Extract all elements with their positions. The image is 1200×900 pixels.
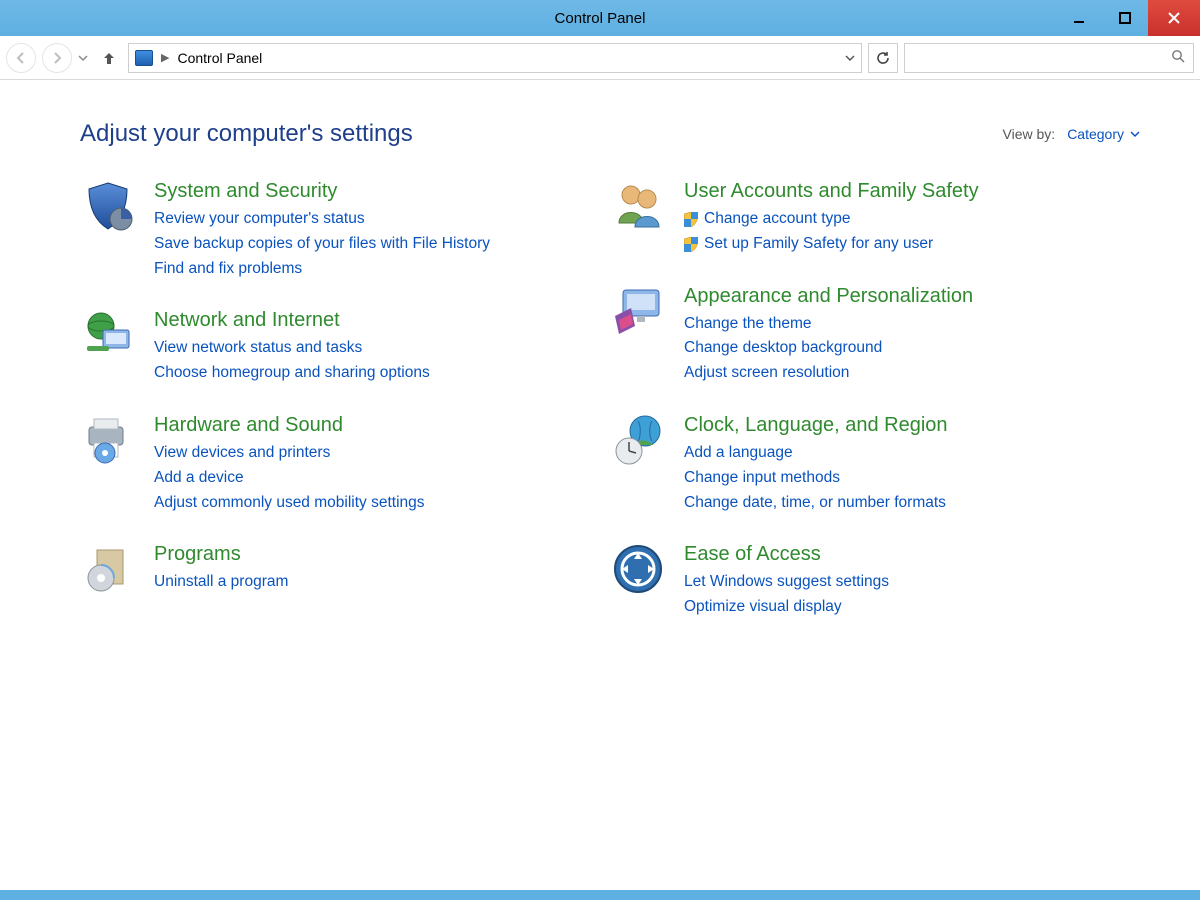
category-title[interactable]: Programs — [154, 543, 288, 566]
chevron-down-icon — [1130, 129, 1140, 139]
close-button[interactable] — [1148, 0, 1200, 36]
link-change-theme[interactable]: Change the theme — [684, 312, 973, 337]
search-input[interactable] — [904, 43, 1194, 73]
link-desktop-bg[interactable]: Change desktop background — [684, 336, 973, 361]
category-title[interactable]: Clock, Language, and Region — [684, 414, 948, 437]
link-file-history[interactable]: Save backup copies of your files with Fi… — [154, 232, 490, 257]
users-icon — [610, 178, 666, 234]
category-title[interactable]: Network and Internet — [154, 309, 430, 332]
category-clock-lang-region: Clock, Language, and Region Add a langua… — [610, 412, 1130, 515]
category-grid: System and Security Review your computer… — [80, 178, 1140, 620]
category-system-security: System and Security Review your computer… — [80, 178, 600, 281]
link-change-account-type[interactable]: Change account type — [684, 207, 979, 232]
clock-globe-icon — [610, 412, 666, 468]
category-title[interactable]: User Accounts and Family Safety — [684, 180, 979, 203]
breadcrumb-sep-icon: ▶ — [161, 51, 169, 64]
link-visual-display[interactable]: Optimize visual display — [684, 595, 889, 620]
maximize-button[interactable] — [1102, 0, 1148, 36]
window-title: Control Panel — [555, 10, 646, 27]
link-suggest-settings[interactable]: Let Windows suggest settings — [684, 570, 889, 595]
category-title[interactable]: Hardware and Sound — [154, 414, 425, 437]
titlebar: Control Panel — [0, 0, 1200, 36]
uac-shield-icon — [684, 212, 698, 227]
link-input-methods[interactable]: Change input methods — [684, 466, 948, 491]
printer-icon — [80, 412, 136, 468]
link-homegroup[interactable]: Choose homegroup and sharing options — [154, 361, 430, 386]
shield-icon — [80, 178, 136, 234]
link-add-language[interactable]: Add a language — [684, 441, 948, 466]
link-screen-res[interactable]: Adjust screen resolution — [684, 361, 973, 386]
category-ease-of-access: Ease of Access Let Windows suggest setti… — [610, 541, 1130, 620]
globe-network-icon — [80, 307, 136, 363]
address-dropdown-icon[interactable] — [845, 50, 855, 66]
search-icon — [1171, 49, 1185, 66]
category-title[interactable]: Ease of Access — [684, 543, 889, 566]
category-title[interactable]: Appearance and Personalization — [684, 285, 973, 308]
link-find-fix[interactable]: Find and fix problems — [154, 257, 490, 282]
link-mobility-settings[interactable]: Adjust commonly used mobility settings — [154, 491, 425, 516]
minimize-button[interactable] — [1056, 0, 1102, 36]
link-devices-printers[interactable]: View devices and printers — [154, 441, 425, 466]
category-hardware-sound: Hardware and Sound View devices and prin… — [80, 412, 600, 515]
ease-of-access-icon — [610, 541, 666, 597]
content-area: Adjust your computer's settings View by:… — [0, 80, 1200, 640]
link-uninstall[interactable]: Uninstall a program — [154, 570, 288, 595]
back-button[interactable] — [6, 43, 36, 73]
category-title[interactable]: System and Security — [154, 180, 490, 203]
link-add-device[interactable]: Add a device — [154, 466, 425, 491]
header-row: Adjust your computer's settings View by:… — [80, 120, 1140, 148]
control-panel-icon — [135, 50, 153, 66]
address-bar[interactable]: ▶ Control Panel — [128, 43, 862, 73]
viewby-group: View by: Category — [1003, 126, 1140, 142]
link-network-status[interactable]: View network status and tasks — [154, 336, 430, 361]
monitor-palette-icon — [610, 283, 666, 339]
viewby-value: Category — [1067, 126, 1124, 142]
category-network-internet: Network and Internet View network status… — [80, 307, 600, 386]
nav-toolbar: ▶ Control Panel — [0, 36, 1200, 80]
uac-shield-icon — [684, 237, 698, 252]
category-appearance: Appearance and Personalization Change th… — [610, 283, 1130, 386]
up-button[interactable] — [96, 45, 122, 71]
link-family-safety[interactable]: Set up Family Safety for any user — [684, 232, 979, 257]
programs-icon — [80, 541, 136, 597]
forward-button[interactable] — [42, 43, 72, 73]
page-title: Adjust your computer's settings — [80, 120, 413, 148]
category-programs: Programs Uninstall a program — [80, 541, 600, 597]
link-date-time[interactable]: Change date, time, or number formats — [684, 491, 948, 516]
viewby-label: View by: — [1003, 126, 1056, 142]
history-dropdown[interactable] — [78, 53, 90, 63]
refresh-button[interactable] — [868, 43, 898, 73]
bottom-accent-bar — [0, 890, 1200, 900]
link-review-status[interactable]: Review your computer's status — [154, 207, 490, 232]
viewby-dropdown[interactable]: Category — [1067, 126, 1140, 142]
category-user-accounts: User Accounts and Family Safety Change a… — [610, 178, 1130, 257]
window-controls — [1056, 0, 1200, 36]
breadcrumb[interactable]: Control Panel — [177, 50, 262, 66]
